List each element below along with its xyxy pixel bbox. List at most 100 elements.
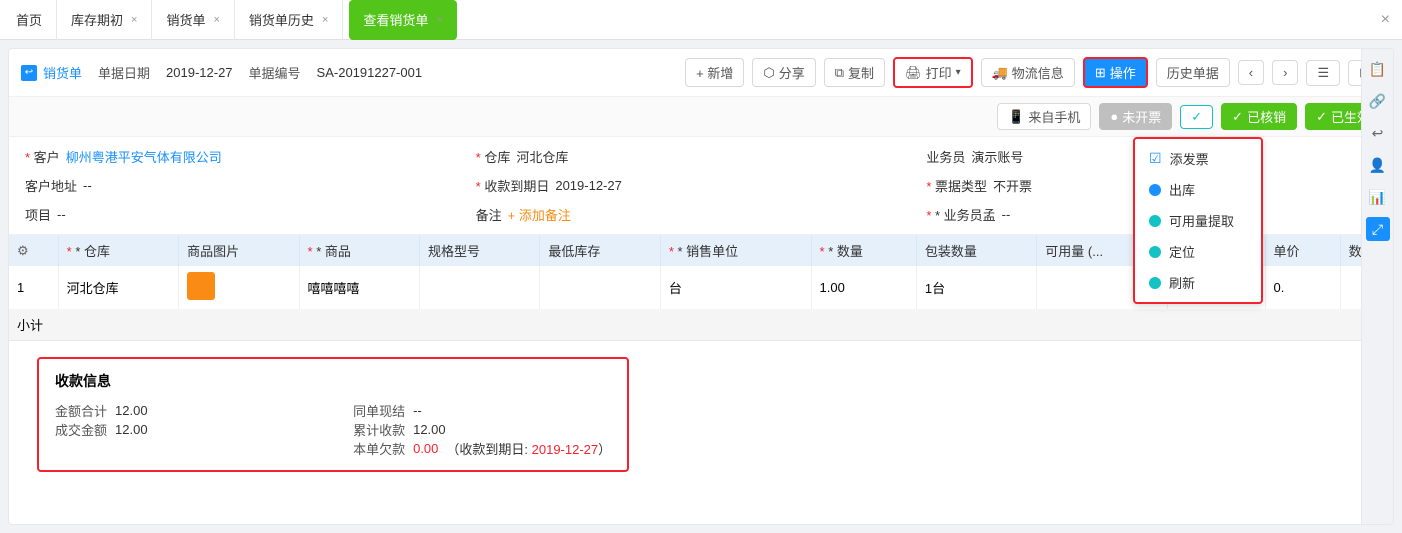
tab-view-label: 查看销货单 — [363, 10, 428, 29]
dropdown-locate[interactable]: 定位 — [1135, 236, 1261, 267]
dropdown-refresh[interactable]: 刷新 — [1135, 267, 1261, 298]
warehouse-label: 仓库 — [476, 147, 511, 166]
next-button[interactable]: › — [1272, 60, 1298, 85]
due-date-value: 2019-12-27 — [555, 178, 622, 193]
share-button[interactable]: ⬡ 分享 — [752, 58, 815, 87]
outbound-label: 出库 — [1169, 180, 1195, 199]
col-pack-qty: 包装数量 — [916, 235, 1036, 266]
sidebar-chart-icon[interactable]: 📊 — [1366, 185, 1390, 209]
tab-inventory-init[interactable]: 库存期初 × — [57, 0, 152, 40]
transaction-label: 成交金额 — [55, 420, 107, 439]
check-icon: ✓ — [1191, 109, 1202, 125]
payment-col-left: 金额合计 12.00 成交金额 12.00 — [55, 401, 313, 458]
due-date-label: 收款到期日 — [476, 176, 550, 195]
checkbox-icon: ☑ — [1149, 150, 1162, 167]
col-settings: ⚙ — [9, 235, 58, 266]
sidebar-clipboard-icon[interactable]: 📋 — [1366, 57, 1390, 81]
balance-label: 本单欠款 — [353, 439, 405, 458]
col-min-stock: 最低库存 — [540, 235, 660, 266]
copy-icon: ⧉ — [835, 65, 844, 81]
logistics-button[interactable]: 🚚 物流信息 — [981, 58, 1075, 87]
confirm-button[interactable]: ✓ — [1180, 105, 1213, 129]
new-button[interactable]: + 新增 — [685, 58, 744, 87]
address-value: -- — [83, 178, 92, 193]
payment-title: 收款信息 — [55, 371, 611, 391]
settings-icon[interactable]: ⚙ — [17, 243, 29, 258]
action-bar: 📱 来自手机 ● 未开票 ✓ ✓ 已核销 ✓ 已生效 — [9, 97, 1393, 137]
payment-section: 收款信息 金额合计 12.00 成交金额 12.00 — [37, 357, 629, 472]
tab-inventory-label: 库存期初 — [71, 10, 123, 29]
tab-sales-close[interactable]: × — [213, 14, 219, 26]
transaction-row: 成交金额 12.00 — [55, 420, 313, 439]
project-label: 项目 — [25, 205, 51, 224]
copy-button[interactable]: ⧉ 复制 — [824, 58, 885, 87]
sidebar-user-icon[interactable]: 👤 — [1366, 153, 1390, 177]
note-label: 备注 — [476, 205, 502, 224]
payment-area: 收款信息 金额合计 12.00 成交金额 12.00 — [9, 341, 1393, 488]
customer-value[interactable]: 柳州粤港平安气体有限公司 — [66, 147, 222, 166]
tab-sales-history-close[interactable]: × — [322, 14, 328, 26]
tab-view-close[interactable]: × — [436, 14, 442, 26]
tab-bar: 首页 库存期初 × 销货单 × 销货单历史 × 查看销货单 × × — [0, 0, 1402, 40]
col-quantity: * * 数量 — [811, 235, 916, 266]
tab-view-sales-order[interactable]: 查看销货单 × — [349, 0, 456, 40]
canceled-button[interactable]: ✓ 已核销 — [1221, 103, 1297, 130]
print-button[interactable]: 🖨 打印 ▾ — [893, 57, 973, 88]
prev-button[interactable]: ‹ — [1238, 60, 1264, 85]
invoice-type-label: 票据类型 — [926, 176, 987, 195]
dropdown-available-extract[interactable]: 可用量提取 — [1135, 205, 1261, 236]
from-phone-button[interactable]: 📱 来自手机 — [997, 103, 1091, 130]
total-label: 金额合计 — [55, 401, 107, 420]
salesperson-label: * 业务员孟 — [926, 205, 995, 224]
phone-icon: 📱 — [1008, 109, 1024, 125]
dot-teal1-icon — [1149, 215, 1161, 227]
warehouse-value: 河北仓库 — [516, 147, 568, 166]
toolbar-right: + 新增 ⬡ 分享 ⧉ 复制 🖨 打印 ▾ 🚚 物流信息 — [685, 57, 1381, 88]
tab-sales-history[interactable]: 销货单历史 × — [235, 0, 343, 40]
row-sales-unit: 台 — [660, 266, 811, 309]
dot-blue-icon — [1149, 184, 1161, 196]
history-button[interactable]: 历史单据 — [1156, 58, 1230, 87]
window-close-icon[interactable]: × — [1381, 11, 1390, 29]
row-spec — [419, 266, 539, 309]
dropdown-add-invoice[interactable]: ☑ 添发票 — [1135, 143, 1261, 174]
accumulated-value: 12.00 — [413, 422, 446, 437]
locate-label: 定位 — [1169, 242, 1195, 261]
col-unit-price: 单价 — [1265, 235, 1340, 266]
refresh-label: 刷新 — [1169, 273, 1195, 292]
sidebar-return-icon[interactable]: ↩ — [1366, 121, 1390, 145]
row-index: 1 — [9, 266, 58, 309]
note-add-button[interactable]: + 添加备注 — [508, 205, 571, 224]
row-pack-qty: 1台 — [916, 266, 1036, 309]
form-title: ↩ 销货单 — [21, 63, 82, 82]
row-quantity: 1.00 — [811, 266, 916, 309]
share-icon: ⬡ — [763, 65, 774, 81]
col-image: 商品图片 — [179, 235, 299, 266]
not-opened-button[interactable]: ● 未开票 — [1099, 103, 1172, 130]
available-extract-label: 可用量提取 — [1169, 211, 1234, 230]
dropdown-outbound[interactable]: 出库 — [1135, 174, 1261, 205]
circle-icon: ● — [1110, 109, 1118, 124]
row-product: 嘻嘻嘻嘻 — [299, 266, 419, 309]
tab-sales-history-label: 销货单历史 — [249, 10, 314, 29]
balance-note: （收款到期日: 2019-12-27） — [446, 439, 611, 458]
list-view-button[interactable]: ☰ — [1306, 60, 1340, 86]
salesperson-value: -- — [1002, 207, 1011, 222]
transaction-value: 12.00 — [115, 422, 148, 437]
tab-sales-order[interactable]: 销货单 × — [152, 0, 234, 40]
sidebar-link-icon[interactable]: 🔗 — [1366, 89, 1390, 113]
operations-button[interactable]: ⊞ 操作 — [1083, 57, 1148, 88]
main-content: ↩ 销货单 单据日期 2019-12-27 单据编号 SA-20191227-0… — [8, 48, 1394, 525]
total-value: 12.00 — [115, 403, 148, 418]
tab-home[interactable]: 首页 — [8, 0, 57, 40]
accumulated-row: 累计收款 12.00 — [353, 420, 611, 439]
settlement-label: 同单现结 — [353, 401, 405, 420]
customer-label: 客户 — [25, 147, 60, 166]
tab-inventory-close[interactable]: × — [131, 14, 137, 26]
project-value: -- — [57, 207, 66, 222]
sidebar-expand-icon[interactable]: ⤢ — [1366, 217, 1390, 241]
payment-col-right: 同单现结 -- 累计收款 12.00 本单欠款 0.00 （收款到期日: 201… — [353, 401, 611, 458]
right-sidebar: 📋 🔗 ↩ 👤 📊 ⤢ — [1361, 49, 1393, 524]
balance-row: 本单欠款 0.00 （收款到期日: 2019-12-27） — [353, 439, 611, 458]
row-warehouse: 河北仓库 — [58, 266, 178, 309]
